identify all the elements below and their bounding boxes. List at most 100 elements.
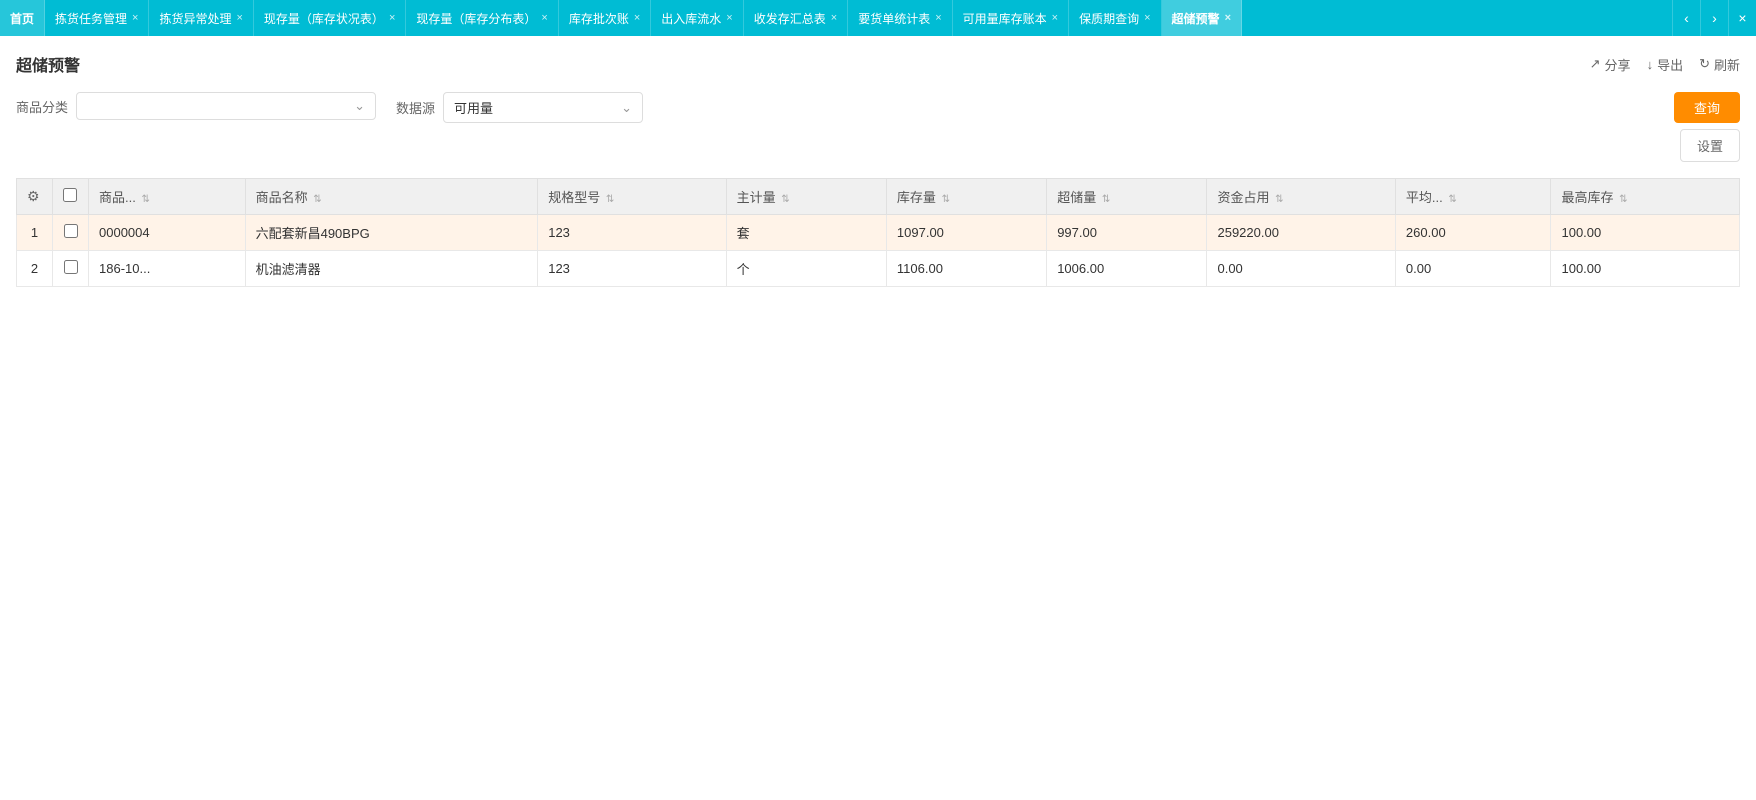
col-avg-header[interactable]: 平均... ⇅ — [1395, 179, 1551, 215]
datasource-label: 数据源 — [396, 98, 435, 117]
sort-icon: ⇅ — [313, 194, 321, 205]
nav-tab-order-stat[interactable]: 要货单统计表 × — [848, 0, 952, 36]
sort-icon: ⇅ — [1619, 194, 1627, 205]
nav-tab-stock-dist[interactable]: 现存量（库存分布表） × — [406, 0, 558, 36]
col-settings-header: ⚙ — [17, 179, 53, 215]
page-title: 超储预警 — [16, 52, 80, 76]
row-stock-1: 1097.00 — [886, 215, 1046, 251]
row-spec-1: 123 — [538, 215, 726, 251]
row-select-checkbox[interactable] — [64, 224, 78, 238]
close-icon[interactable]: × — [935, 12, 941, 24]
row-capital-1: 259220.00 — [1207, 215, 1395, 251]
datasource-select[interactable]: 可用量 ⌄ — [443, 92, 643, 123]
settings-button[interactable]: 设置 — [1680, 129, 1740, 162]
export-icon: ↓ — [1647, 57, 1654, 72]
col-unit-header[interactable]: 主计量 ⇅ — [726, 179, 886, 215]
nav-tab-batch[interactable]: 库存批次账 × — [559, 0, 651, 36]
row-max-stock-2: 100.00 — [1551, 251, 1740, 287]
table-body: 1 0000004 六配套新昌490BPG 123 套 1097.00 997.… — [17, 215, 1740, 287]
row-name-1: 六配套新昌490BPG — [245, 215, 538, 251]
nav-tab-overstock[interactable]: 超储预警 × — [1162, 0, 1242, 36]
row-overstock-1: 997.00 — [1047, 215, 1207, 251]
nav-tab-task[interactable]: 拣货任务管理 × — [45, 0, 149, 36]
table-row: 1 0000004 六配套新昌490BPG 123 套 1097.00 997.… — [17, 215, 1740, 251]
table-header: ⚙ 商品... ⇅ 商品名称 ⇅ 规格型号 ⇅ 主计量 — [17, 179, 1740, 215]
row-checkbox-2[interactable] — [53, 251, 89, 287]
row-unit-1: 套 — [726, 215, 886, 251]
chevron-down-icon: ⌄ — [354, 98, 365, 114]
row-name-2: 机油滤清器 — [245, 251, 538, 287]
refresh-button[interactable]: ↻ 刷新 — [1699, 55, 1740, 74]
category-select[interactable]: ⌄ — [76, 92, 376, 120]
row-num-2: 2 — [17, 251, 53, 287]
row-code-2: 186-10... — [89, 251, 246, 287]
datasource-value: 可用量 — [454, 98, 493, 117]
select-all-checkbox[interactable] — [63, 188, 77, 202]
row-unit-2: 个 — [726, 251, 886, 287]
close-icon[interactable]: × — [236, 12, 242, 24]
chevron-down-icon: ⌄ — [621, 100, 632, 116]
row-avg-2: 0.00 — [1395, 251, 1551, 287]
gear-icon[interactable]: ⚙ — [27, 188, 40, 204]
close-icon[interactable]: × — [726, 12, 732, 24]
nav-tab-collect[interactable]: 收发存汇总表 × — [744, 0, 848, 36]
row-select-checkbox[interactable] — [64, 260, 78, 274]
sort-icon: ⇅ — [942, 194, 950, 205]
nav-tab-avail-ledger[interactable]: 可用量库存账本 × — [953, 0, 1069, 36]
sort-icon: ⇅ — [1275, 194, 1283, 205]
table-row: 2 186-10... 机油滤清器 123 个 1106.00 1006.00 … — [17, 251, 1740, 287]
row-code-1: 0000004 — [89, 215, 246, 251]
close-icon[interactable]: × — [1052, 12, 1058, 24]
row-num-1: 1 — [17, 215, 53, 251]
col-name-header[interactable]: 商品名称 ⇅ — [245, 179, 538, 215]
category-filter: 商品分类 ⌄ — [16, 92, 376, 120]
sort-icon: ⇅ — [141, 194, 149, 205]
query-button[interactable]: 查询 — [1674, 92, 1740, 123]
close-icon[interactable]: × — [132, 12, 138, 24]
col-checkbox-header — [53, 179, 89, 215]
row-avg-1: 260.00 — [1395, 215, 1551, 251]
sort-icon: ⇅ — [1102, 194, 1110, 205]
close-icon[interactable]: × — [634, 12, 640, 24]
nav-tab-stock-status[interactable]: 现存量（库存状况表） × — [254, 0, 406, 36]
top-nav: 首页 拣货任务管理 × 拣货异常处理 × 现存量（库存状况表） × 现存量（库存… — [0, 0, 1756, 36]
col-stock-header[interactable]: 库存量 ⇅ — [886, 179, 1046, 215]
close-icon[interactable]: × — [831, 12, 837, 24]
nav-next-button[interactable]: › — [1700, 0, 1728, 36]
sort-icon: ⇅ — [1448, 194, 1456, 205]
sort-icon: ⇅ — [606, 194, 614, 205]
row-overstock-2: 1006.00 — [1047, 251, 1207, 287]
nav-tab-abnormal[interactable]: 拣货异常处理 × — [149, 0, 253, 36]
col-code-header[interactable]: 商品... ⇅ — [89, 179, 246, 215]
close-icon[interactable]: × — [1144, 12, 1150, 24]
nav-prev-button[interactable]: ‹ — [1672, 0, 1700, 36]
col-spec-header[interactable]: 规格型号 ⇅ — [538, 179, 726, 215]
nav-tab-inout[interactable]: 出入库流水 × — [651, 0, 743, 36]
refresh-icon: ↻ — [1699, 56, 1710, 72]
share-button[interactable]: ↗ 分享 — [1590, 55, 1631, 74]
col-overstock-header[interactable]: 超储量 ⇅ — [1047, 179, 1207, 215]
sort-icon: ⇅ — [781, 194, 789, 205]
nav-tab-home[interactable]: 首页 — [0, 0, 45, 36]
close-icon[interactable]: × — [389, 12, 395, 24]
export-button[interactable]: ↓ 导出 — [1647, 55, 1684, 74]
row-capital-2: 0.00 — [1207, 251, 1395, 287]
row-checkbox-1[interactable] — [53, 215, 89, 251]
page-content: 超储预警 ↗ 分享 ↓ 导出 ↻ 刷新 商品分类 ⌄ 数据源 — [0, 36, 1756, 800]
col-capital-header[interactable]: 资金占用 ⇅ — [1207, 179, 1395, 215]
col-max-stock-header[interactable]: 最高库存 ⇅ — [1551, 179, 1740, 215]
header-actions: ↗ 分享 ↓ 导出 ↻ 刷新 — [1590, 55, 1740, 74]
nav-arrows: ‹ › × — [1672, 0, 1756, 36]
nav-tab-quality[interactable]: 保质期查询 × — [1069, 0, 1161, 36]
row-max-stock-1: 100.00 — [1551, 215, 1740, 251]
datasource-filter: 数据源 可用量 ⌄ — [396, 92, 643, 123]
close-icon[interactable]: × — [1225, 12, 1231, 24]
category-label: 商品分类 — [16, 97, 68, 116]
data-table: ⚙ 商品... ⇅ 商品名称 ⇅ 规格型号 ⇅ 主计量 — [16, 178, 1740, 287]
row-spec-2: 123 — [538, 251, 726, 287]
close-icon[interactable]: × — [541, 12, 547, 24]
row-stock-2: 1106.00 — [886, 251, 1046, 287]
page-header: 超储预警 ↗ 分享 ↓ 导出 ↻ 刷新 — [16, 52, 1740, 76]
filter-buttons: 查询 设置 — [1674, 92, 1740, 162]
nav-close-button[interactable]: × — [1728, 0, 1756, 36]
